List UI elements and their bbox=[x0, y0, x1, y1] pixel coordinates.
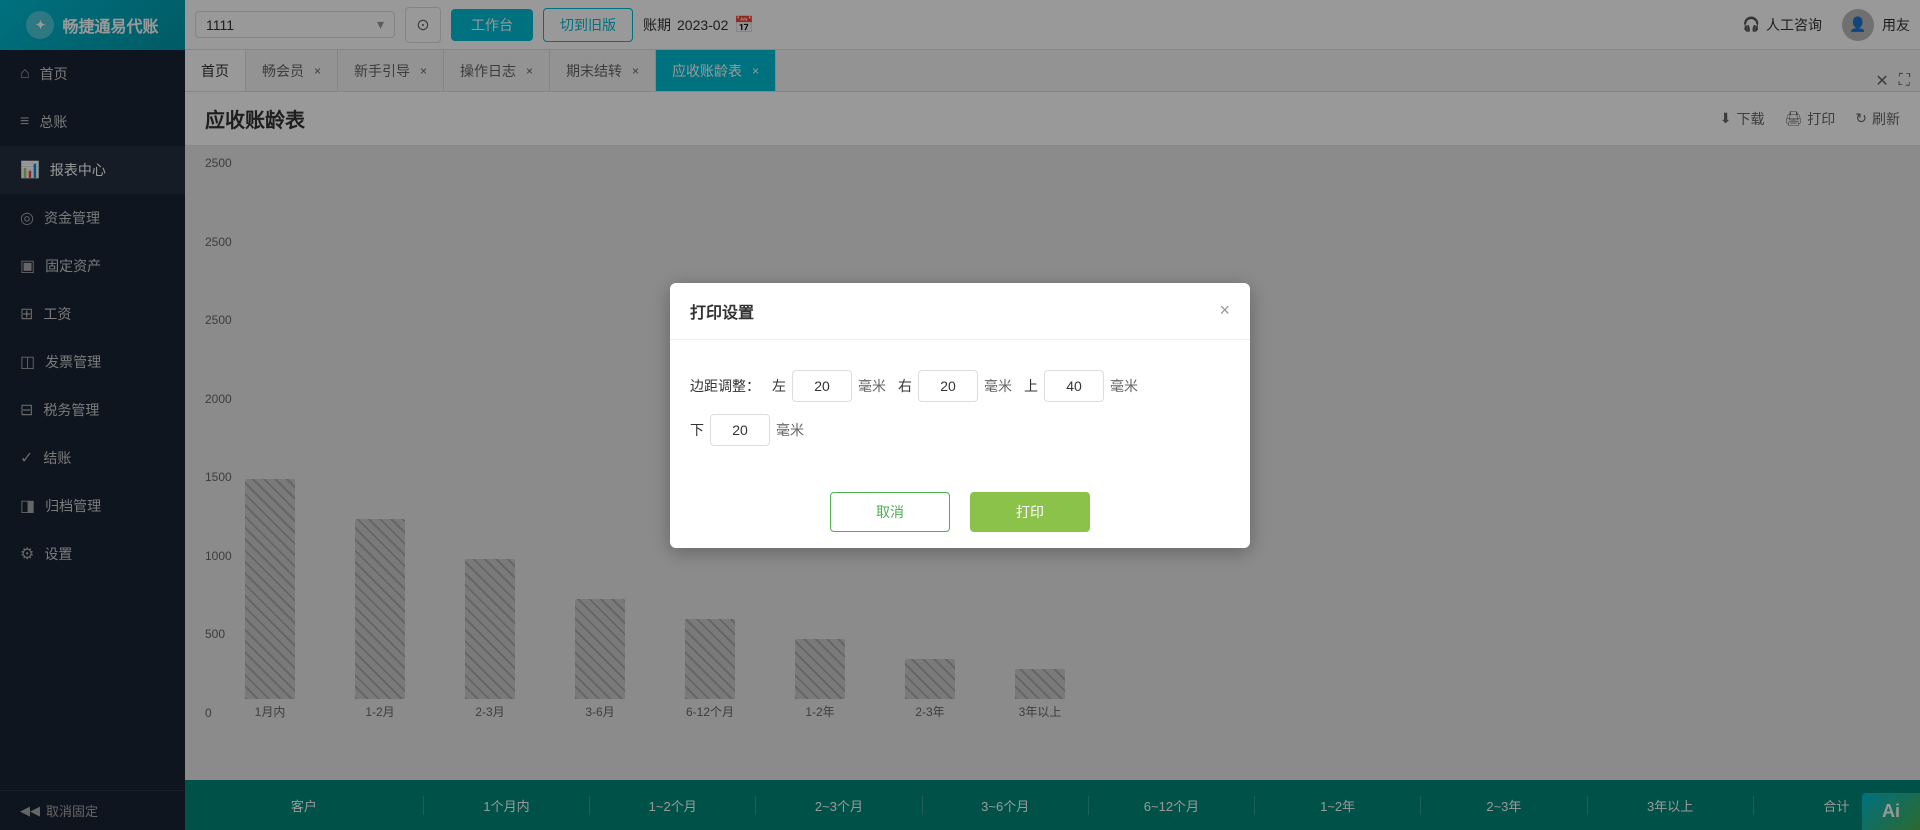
right-margin-input[interactable] bbox=[918, 370, 978, 402]
dialog-header: 打印设置 × bbox=[670, 283, 1250, 340]
bottom-label: 下 bbox=[690, 420, 704, 440]
left-label: 左 bbox=[772, 376, 786, 396]
margin-right-group: 右 毫米 bbox=[898, 370, 1012, 402]
margin-top-group: 上 毫米 bbox=[1024, 370, 1138, 402]
margin-left-group: 左 毫米 bbox=[772, 370, 886, 402]
right-label: 右 bbox=[898, 376, 912, 396]
right-unit: 毫米 bbox=[984, 376, 1012, 396]
top-label: 上 bbox=[1024, 376, 1038, 396]
top-margin-input[interactable] bbox=[1044, 370, 1104, 402]
dialog-footer: 取消 打印 bbox=[670, 476, 1250, 548]
modal-overlay: 打印设置 × 边距调整： 左 毫米 右 毫米 上 毫米 bbox=[0, 0, 1920, 830]
margin-bottom-group: 下 毫米 bbox=[690, 414, 804, 446]
cancel-button[interactable]: 取消 bbox=[830, 492, 950, 532]
dialog-body: 边距调整： 左 毫米 右 毫米 上 毫米 下 bbox=[670, 340, 1250, 476]
bottom-unit: 毫米 bbox=[776, 420, 804, 440]
bottom-margin-input[interactable] bbox=[710, 414, 770, 446]
dialog-title: 打印设置 bbox=[690, 299, 754, 323]
dialog-close-button[interactable]: × bbox=[1219, 300, 1230, 321]
margin-label: 边距调整： bbox=[690, 376, 760, 396]
left-margin-input[interactable] bbox=[792, 370, 852, 402]
margin-row: 边距调整： 左 毫米 右 毫米 上 毫米 下 bbox=[690, 370, 1230, 446]
print-settings-dialog: 打印设置 × 边距调整： 左 毫米 右 毫米 上 毫米 bbox=[670, 283, 1250, 548]
top-unit: 毫米 bbox=[1110, 376, 1138, 396]
confirm-print-button[interactable]: 打印 bbox=[970, 492, 1090, 532]
left-unit: 毫米 bbox=[858, 376, 886, 396]
